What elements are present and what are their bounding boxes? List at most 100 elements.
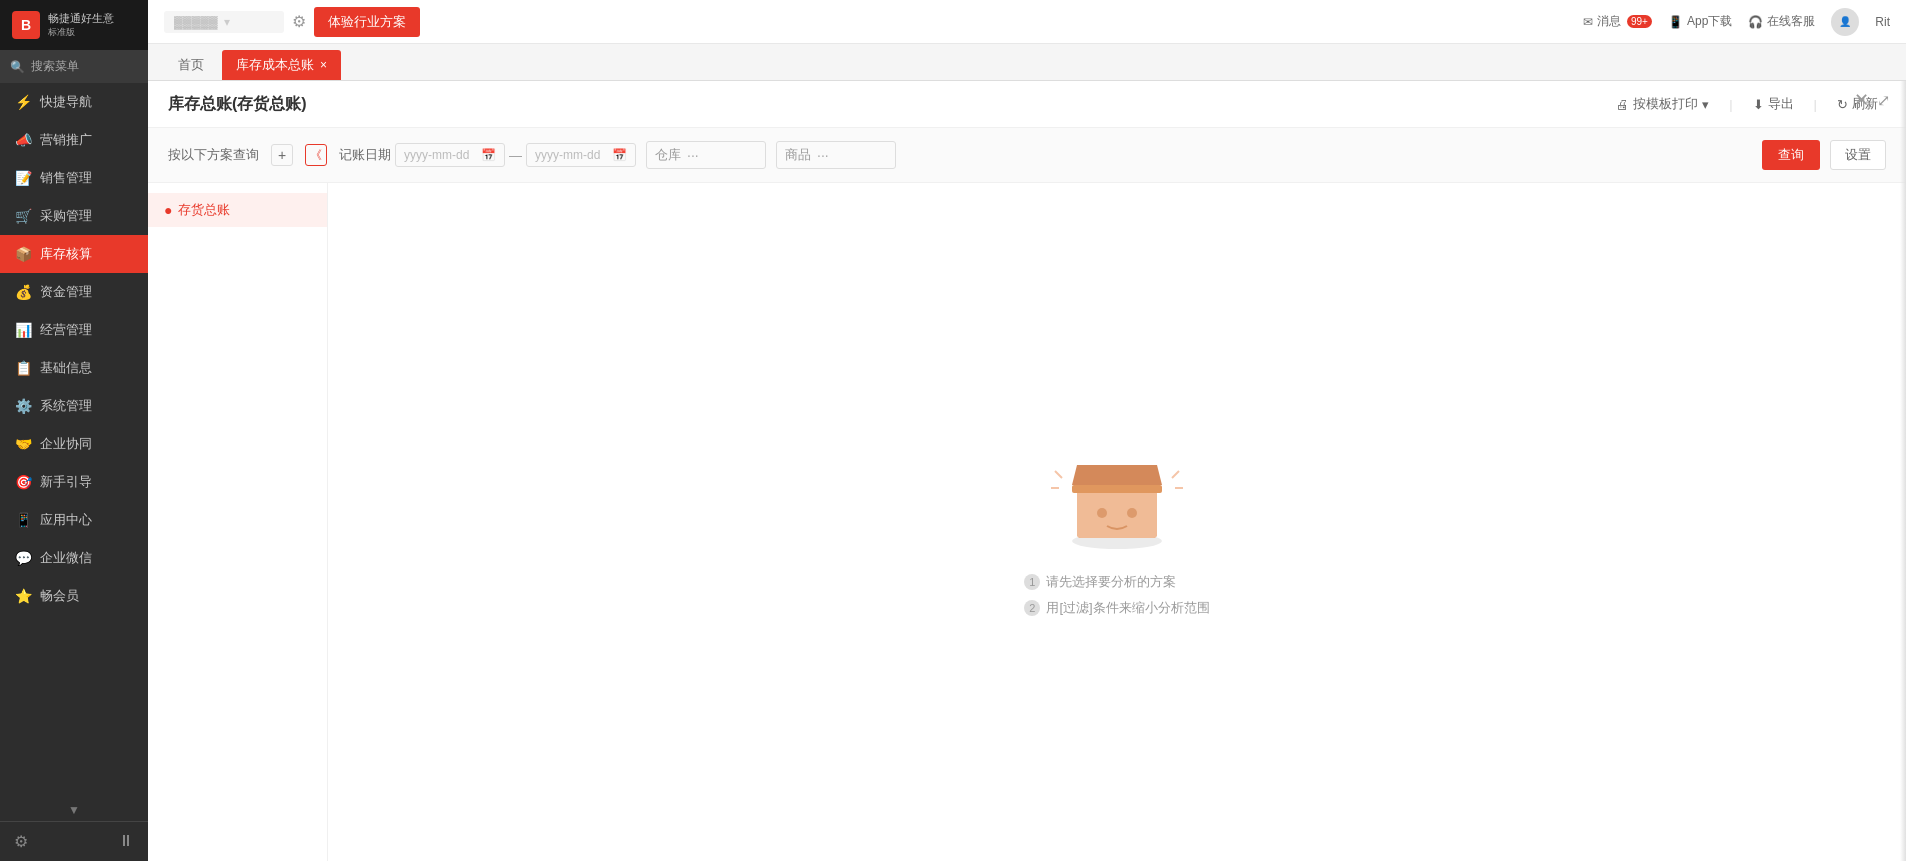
sidebar-item-label: 新手引导 [40, 473, 92, 491]
sidebar-item-finance[interactable]: 💰 资金管理 [0, 273, 148, 311]
logo-icon: B [12, 11, 40, 39]
sidebar-item-label: 资金管理 [40, 283, 92, 301]
top-header: ▓▓▓▓▓ ▾ ⚙ 体验行业方案 ✉ 消息 99+ 📱 App下载 🎧 在线客服… [148, 0, 1906, 44]
operation-icon: 📊 [14, 321, 32, 339]
sidebar-item-label: 销售管理 [40, 169, 92, 187]
scheme-item-inventory-ledger[interactable]: ● 存货总账 [148, 193, 327, 227]
collapse-icon[interactable]: ⏸ [118, 832, 134, 851]
sidebar-item-inventory[interactable]: 📦 库存核算 [0, 235, 148, 273]
action-divider: | [1729, 97, 1732, 112]
date-start-input[interactable]: yyyy-mm-dd 📅 [395, 143, 505, 167]
sidebar-item-appstore[interactable]: 📱 应用中心 [0, 501, 148, 539]
resize-panel-button[interactable]: ⤢ [1877, 91, 1890, 110]
empty-hint-2: 2 用[过滤]条件来缩小分析范围 [1024, 595, 1209, 621]
tab-inventory-cost[interactable]: 库存成本总账 × [222, 50, 341, 80]
trial-button[interactable]: 体验行业方案 [314, 7, 420, 37]
right-resize-handle[interactable] [1900, 81, 1906, 861]
message-label: 消息 [1597, 13, 1621, 30]
member-icon: ⭐ [14, 587, 32, 605]
marketing-icon: 📣 [14, 131, 32, 149]
tab-bar: 首页 库存成本总账 × [148, 44, 1906, 81]
scheme-panel: ● 存货总账 [148, 183, 1906, 861]
sidebar-item-label: 系统管理 [40, 397, 92, 415]
header-right: ✉ 消息 99+ 📱 App下载 🎧 在线客服 👤 Rit [1583, 8, 1890, 36]
calendar-end-icon[interactable]: 📅 [612, 148, 627, 162]
sidebar-item-label: 企业协同 [40, 435, 92, 453]
message-icon: ✉ [1583, 15, 1593, 29]
date-start-placeholder: yyyy-mm-dd [404, 148, 469, 162]
app-download-button[interactable]: 📱 App下载 [1668, 13, 1732, 30]
sidebar-item-newbie[interactable]: 🎯 新手引导 [0, 463, 148, 501]
sidebar: B 畅捷通好生意 标准版 🔍 搜索菜单 ⚡ 快捷导航 📣 营销推广 📝 销售管理… [0, 0, 148, 861]
header-settings-icon[interactable]: ⚙ [292, 12, 306, 31]
sidebar-search[interactable]: 🔍 搜索菜单 [0, 50, 148, 83]
step-2-icon: 2 [1024, 600, 1040, 616]
logo-text-group: 畅捷通好生意 标准版 [48, 11, 114, 39]
svg-line-7 [1055, 471, 1062, 478]
sidebar-item-label: 快捷导航 [40, 93, 92, 111]
filter-settings-button[interactable]: 设置 [1830, 140, 1886, 170]
sidebar-scroll-down[interactable]: ▼ [0, 799, 148, 821]
empty-illustration [1047, 423, 1187, 553]
wechat-icon: 💬 [14, 549, 32, 567]
filter-add-button[interactable]: + [271, 144, 293, 166]
settings-icon[interactable]: ⚙ [14, 832, 28, 851]
sidebar-item-system[interactable]: ⚙️ 系统管理 [0, 387, 148, 425]
sidebar-item-marketing[interactable]: 📣 营销推广 [0, 121, 148, 159]
sidebar-item-shortcut[interactable]: ⚡ 快捷导航 [0, 83, 148, 121]
warehouse-more-icon[interactable]: ··· [687, 147, 699, 163]
search-button[interactable]: 查询 [1762, 140, 1820, 170]
sidebar-item-label: 基础信息 [40, 359, 92, 377]
svg-point-5 [1097, 508, 1107, 518]
system-icon: ⚙️ [14, 397, 32, 415]
service-label: 在线客服 [1767, 13, 1815, 30]
tab-home[interactable]: 首页 [164, 50, 218, 80]
sidebar-item-wechat[interactable]: 💬 企业微信 [0, 539, 148, 577]
tab-close-icon[interactable]: × [320, 58, 327, 72]
sidebar-item-basic[interactable]: 📋 基础信息 [0, 349, 148, 387]
calendar-start-icon[interactable]: 📅 [481, 148, 496, 162]
goods-more-icon[interactable]: ··· [817, 147, 829, 163]
scheme-sidebar: ● 存货总账 [148, 183, 328, 861]
purchase-icon: 🛒 [14, 207, 32, 225]
app-badge: 标准版 [48, 26, 114, 39]
sidebar-item-sales[interactable]: 📝 销售管理 [0, 159, 148, 197]
username-label: Rit [1875, 15, 1890, 29]
empty-svg [1047, 423, 1187, 553]
message-button[interactable]: ✉ 消息 99+ [1583, 13, 1652, 30]
sidebar-navigation: ⚡ 快捷导航 📣 营销推广 📝 销售管理 🛒 采购管理 📦 库存核算 💰 资金管… [0, 83, 148, 799]
print-template-button[interactable]: 🖨 按模板打印 ▾ [1608, 91, 1717, 117]
sidebar-item-purchase[interactable]: 🛒 采购管理 [0, 197, 148, 235]
export-button[interactable]: ⬇ 导出 [1745, 91, 1802, 117]
sidebar-footer: ⚙ ⏸ [0, 821, 148, 861]
online-service-button[interactable]: 🎧 在线客服 [1748, 13, 1815, 30]
breadcrumb-area[interactable]: ▓▓▓▓▓ ▾ [164, 11, 284, 33]
main-content: ▓▓▓▓▓ ▾ ⚙ 体验行业方案 ✉ 消息 99+ 📱 App下载 🎧 在线客服… [148, 0, 1906, 861]
filter-collapse-button[interactable]: 《 [305, 144, 327, 166]
sidebar-item-label: 采购管理 [40, 207, 92, 225]
sidebar-item-operation[interactable]: 📊 经营管理 [0, 311, 148, 349]
sidebar-item-label: 库存核算 [40, 245, 92, 263]
scroll-down-icon[interactable]: ▼ [68, 803, 80, 817]
warehouse-filter[interactable]: 仓库 ··· [646, 141, 766, 169]
user-avatar[interactable]: 👤 [1831, 8, 1859, 36]
appstore-icon: 📱 [14, 511, 32, 529]
goods-filter[interactable]: 商品 ··· [776, 141, 896, 169]
panel-controls: ✕ ⤢ [1854, 89, 1890, 111]
close-panel-button[interactable]: ✕ [1854, 89, 1869, 111]
date-end-input[interactable]: yyyy-mm-dd 📅 [526, 143, 636, 167]
sidebar-item-enterprise[interactable]: 🤝 企业协同 [0, 425, 148, 463]
search-icon: 🔍 [10, 60, 25, 74]
svg-line-8 [1172, 471, 1179, 478]
hint-2-text: 用[过滤]条件来缩小分析范围 [1046, 595, 1209, 621]
date-separator: — [509, 148, 522, 163]
scheme-item-icon: ● [164, 202, 172, 218]
newbie-icon: 🎯 [14, 473, 32, 491]
sidebar-item-member[interactable]: ⭐ 畅会员 [0, 577, 148, 615]
finance-icon: 💰 [14, 283, 32, 301]
step-1-icon: 1 [1024, 574, 1040, 590]
filter-date-group: 记账日期 yyyy-mm-dd 📅 — yyyy-mm-dd 📅 [339, 143, 636, 167]
svg-rect-2 [1077, 488, 1157, 538]
filter-label: 按以下方案查询 [168, 146, 259, 164]
sidebar-logo: B 畅捷通好生意 标准版 [0, 0, 148, 50]
